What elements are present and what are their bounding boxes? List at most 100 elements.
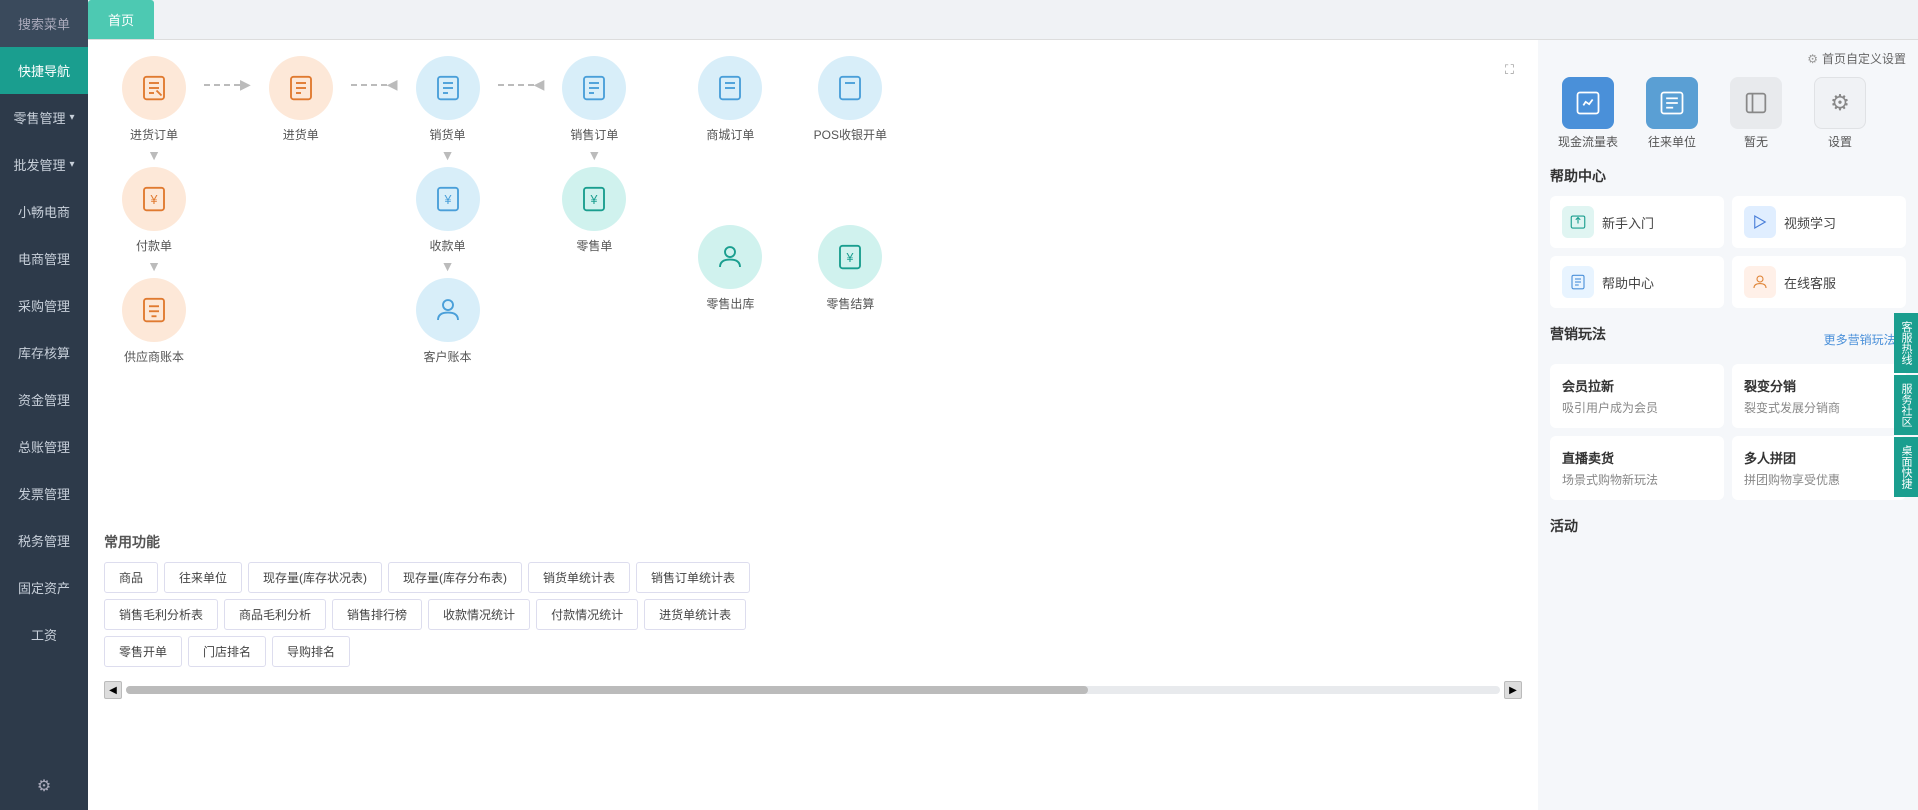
- mall-order-label: 商城订单: [706, 126, 754, 143]
- node-pos[interactable]: POS收银开单: [800, 56, 900, 143]
- func-btn-payment-stat[interactable]: 付款情况统计: [536, 599, 638, 630]
- sidebar-item-tax-mgmt[interactable]: 税务管理: [0, 517, 88, 564]
- sidebar-item-invoice-mgmt[interactable]: 发票管理: [0, 470, 88, 517]
- node-purchase-bill[interactable]: 进货单: [251, 56, 351, 143]
- float-btn-community[interactable]: 服务社区: [1894, 375, 1918, 435]
- marketing-item-group[interactable]: 多人拼团 拼团购物享受优惠: [1732, 436, 1906, 500]
- func-btn-sales-stat[interactable]: 销货单统计表: [528, 562, 630, 593]
- left-panel: ⛶ 进货订单 ▼: [88, 40, 1538, 810]
- sidebar-item-wholesale-mgmt[interactable]: 批发管理 ▾: [0, 141, 88, 188]
- marketing-item-member[interactable]: 会员拉新 吸引用户成为会员: [1550, 364, 1724, 428]
- help-label: 帮助中心: [1602, 273, 1654, 292]
- quick-nav-none[interactable]: 暂无: [1718, 77, 1794, 150]
- sidebar-item-purchase-mgmt[interactable]: 采购管理: [0, 282, 88, 329]
- func-btn-stock-status[interactable]: 现存量(库存状况表): [248, 562, 382, 593]
- scroll-left-btn[interactable]: ◀: [104, 681, 122, 699]
- func-btn-sales-rank[interactable]: 销售排行榜: [332, 599, 422, 630]
- help-item-video[interactable]: 视频学习: [1732, 196, 1906, 248]
- tab-home[interactable]: 首页: [88, 0, 154, 39]
- sales-bill-label: 销货单: [430, 126, 466, 143]
- gear-icon: ⚙: [1807, 52, 1818, 66]
- node-receipt[interactable]: ¥ 收款单: [398, 167, 498, 254]
- sales-bill-icon: [416, 56, 480, 120]
- sidebar-item-xiaochangec[interactable]: 小畅电商: [0, 188, 88, 235]
- scroll-right-btn[interactable]: ▶: [1504, 681, 1522, 699]
- contacts-label: 往来单位: [1648, 133, 1696, 150]
- sales-order-label: 销售订单: [570, 126, 618, 143]
- sidebar-item-retail-mgmt[interactable]: 零售管理 ▾: [0, 94, 88, 141]
- float-btn-desktop[interactable]: 桌面快捷: [1894, 437, 1918, 497]
- main-area: 首页 ⛶ 进货订单: [88, 0, 1918, 810]
- node-retail-out[interactable]: 零售出库: [680, 225, 780, 312]
- float-btn-customer-service[interactable]: 客服热线: [1894, 313, 1918, 373]
- activities-title: 活动: [1550, 516, 1906, 536]
- node-mall-order[interactable]: 商城订单: [680, 56, 780, 143]
- node-customer-account[interactable]: 客户账本: [398, 278, 498, 365]
- video-label: 视频学习: [1784, 213, 1836, 232]
- sidebar-item-inventory[interactable]: 库存核算: [0, 329, 88, 376]
- retail-order-label: 零售单: [576, 237, 612, 254]
- func-btn-goods-profit[interactable]: 商品毛利分析: [224, 599, 326, 630]
- flow-col-5: 商城订单 零售出库: [680, 56, 780, 312]
- quick-nav-header-label: 首页自定义设置: [1822, 50, 1906, 67]
- sidebar-item-fixed-assets[interactable]: 固定资产: [0, 564, 88, 611]
- beginner-label: 新手入门: [1602, 213, 1654, 232]
- node-sales-order[interactable]: 销售订单: [544, 56, 644, 143]
- common-func-title: 常用功能: [104, 532, 1522, 552]
- arrow-3-2: ◀: [351, 56, 398, 115]
- func-btn-store-rank[interactable]: 门店排名: [188, 636, 266, 667]
- floating-buttons: 客服热线 服务社区 桌面快捷: [1894, 313, 1918, 497]
- func-btn-sales-order-stat[interactable]: 销售订单统计表: [636, 562, 750, 593]
- sidebar-item-finance-mgmt[interactable]: 资金管理: [0, 376, 88, 423]
- activities-section: 活动: [1550, 516, 1906, 536]
- func-btn-receipt-stat[interactable]: 收款情况统计: [428, 599, 530, 630]
- purchase-order-label: 进货订单: [130, 126, 178, 143]
- func-row-3: 零售开单 门店排名 导购排名: [104, 636, 1522, 667]
- payment-label: 付款单: [136, 237, 172, 254]
- help-item-help[interactable]: 帮助中心: [1550, 256, 1724, 308]
- node-payment[interactable]: ¥ 付款单: [104, 167, 204, 254]
- node-supplier-account[interactable]: 供应商账本: [104, 278, 204, 365]
- flowchart: 进货订单 ▼ ¥ 付款单 ▼: [104, 56, 1522, 516]
- help-item-online-service[interactable]: 在线客服: [1732, 256, 1906, 308]
- supplier-account-label: 供应商账本: [124, 348, 184, 365]
- quick-nav-settings[interactable]: ⚙ 设置: [1802, 77, 1878, 150]
- sidebar-item-quick-nav[interactable]: 快捷导航: [0, 47, 88, 94]
- flow-col-1: 进货订单 ▼ ¥ 付款单 ▼: [104, 56, 204, 365]
- quick-nav-contacts[interactable]: 往来单位: [1634, 77, 1710, 150]
- tabbar: 首页: [88, 0, 1918, 40]
- receipt-icon: ¥: [416, 167, 480, 231]
- func-row-2: 销售毛利分析表 商品毛利分析 销售排行榜 收款情况统计 付款情况统计 进货单统计…: [104, 599, 1522, 630]
- node-retail-checkout[interactable]: ¥ 零售结算: [800, 225, 900, 312]
- supplier-account-icon: [122, 278, 186, 342]
- sidebar-item-payroll[interactable]: 工资: [0, 611, 88, 658]
- marketing-grid: 会员拉新 吸引用户成为会员 裂变分销 裂变式发展分销商 直播卖货 场景式购物新玩…: [1550, 364, 1906, 500]
- quick-nav-cash-flow[interactable]: 现金流量表: [1550, 77, 1626, 150]
- node-purchase-order[interactable]: 进货订单: [104, 56, 204, 143]
- horizontal-scrollbar[interactable]: ◀ ▶: [104, 677, 1522, 703]
- down-arrow-1: ▼: [104, 147, 204, 163]
- search-menu[interactable]: 搜索菜单: [0, 0, 88, 47]
- settings-button[interactable]: ⚙: [0, 762, 88, 810]
- node-sales-bill[interactable]: 销货单: [398, 56, 498, 143]
- common-functions: 常用功能 商品 往来单位 现存量(库存状况表) 现存量(库存分布表) 销货单统计…: [104, 532, 1522, 667]
- video-icon: [1744, 206, 1776, 238]
- func-btn-guide-rank[interactable]: 导购排名: [272, 636, 350, 667]
- quick-nav-icons: 现金流量表 往来单位 暂无 ⚙: [1550, 77, 1906, 150]
- func-btn-goods[interactable]: 商品: [104, 562, 158, 593]
- sidebar-item-general-ledger[interactable]: 总账管理: [0, 423, 88, 470]
- func-btn-sales-profit[interactable]: 销售毛利分析表: [104, 599, 218, 630]
- online-service-icon: [1744, 266, 1776, 298]
- func-btn-stock-dist[interactable]: 现存量(库存分布表): [388, 562, 522, 593]
- node-retail-order[interactable]: ¥ 零售单: [544, 167, 644, 254]
- settings-icon-box: ⚙: [1814, 77, 1866, 129]
- func-btn-purchase-stat[interactable]: 进货单统计表: [644, 599, 746, 630]
- marketing-item-fission[interactable]: 裂变分销 裂变式发展分销商: [1732, 364, 1906, 428]
- fullscreen-icon[interactable]: ⛶: [1505, 62, 1514, 78]
- svg-text:¥: ¥: [150, 193, 158, 207]
- sidebar-item-ecom-mgmt[interactable]: 电商管理: [0, 235, 88, 282]
- func-btn-retail-order[interactable]: 零售开单: [104, 636, 182, 667]
- func-btn-contacts[interactable]: 往来单位: [164, 562, 242, 593]
- help-item-beginner[interactable]: 新手入门: [1550, 196, 1724, 248]
- marketing-item-live[interactable]: 直播卖货 场景式购物新玩法: [1550, 436, 1724, 500]
